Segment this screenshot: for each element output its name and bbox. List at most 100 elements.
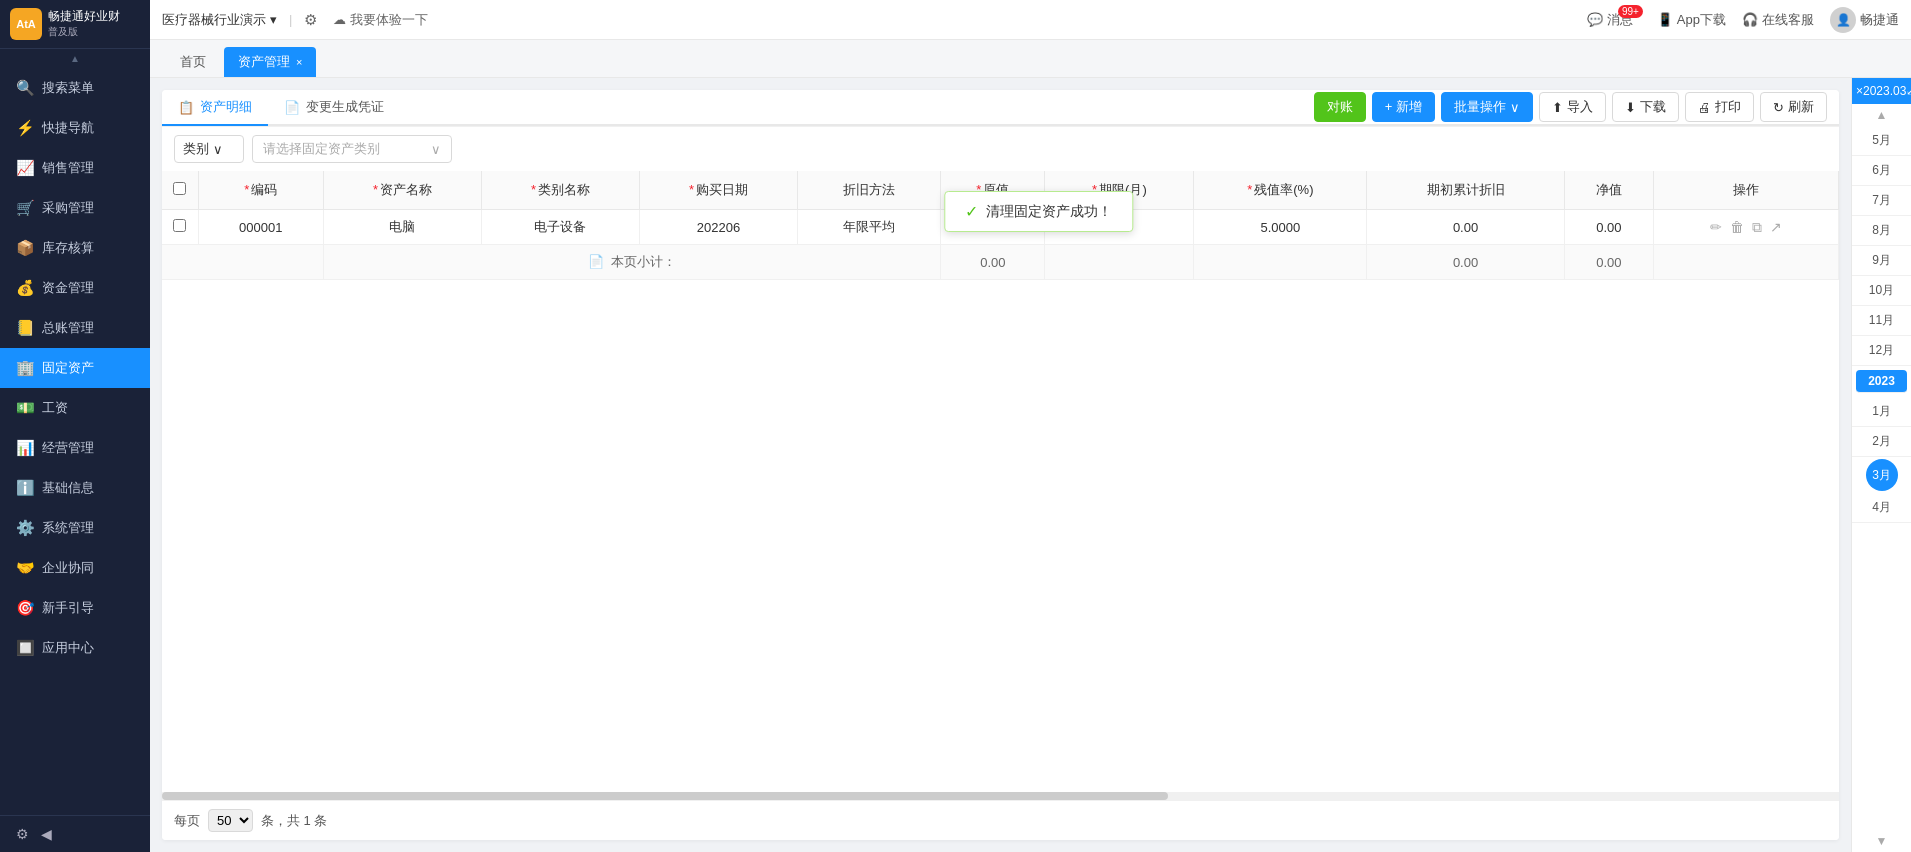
category-select[interactable]: 类别 ∨ <box>174 135 244 163</box>
row-checkbox[interactable] <box>173 219 186 232</box>
tab-asset-management[interactable]: 资产管理 × <box>224 47 316 77</box>
payroll-icon: 💵 <box>16 399 34 417</box>
company-name: 医疗器械行业演示 <box>162 11 266 29</box>
app-download-btn[interactable]: 📱 App下载 <box>1657 11 1726 29</box>
sidebar-label-operations: 经营管理 <box>42 439 94 457</box>
cell-name: 电脑 <box>323 210 481 245</box>
sidebar-label-search: 搜索菜单 <box>42 79 94 97</box>
per-page-select[interactable]: 50 <box>208 809 253 832</box>
topbar: 医疗器械行业演示 ▾ | ⚙ ☁ 我要体验一下 💬 消息 99+ 📱 App下载… <box>150 0 1911 40</box>
sidebar-item-ledger[interactable]: 📒总账管理 <box>0 308 150 348</box>
refresh-button[interactable]: ↻ 刷新 <box>1760 92 1827 122</box>
company-settings-icon[interactable]: ⚙ <box>304 11 317 29</box>
sidebar-item-inventory[interactable]: 📦库存核算 <box>0 228 150 268</box>
online-service-btn[interactable]: 🎧 在线客服 <box>1742 11 1814 29</box>
cal-month-3月[interactable]: 3月 <box>1866 459 1898 491</box>
header-checkbox-cell <box>162 171 198 210</box>
sidebar-item-purchase[interactable]: 🛒采购管理 <box>0 188 150 228</box>
tab-close-icon[interactable]: × <box>296 56 302 68</box>
cal-month-4月[interactable]: 4月 <box>1852 493 1911 523</box>
calendar-down-btn[interactable]: ▼ <box>1852 830 1911 852</box>
right-calendar-panel: × 2023.03 ⤢ ▲ 5月6月7月8月9月10月11月12月 2023 1月2… <box>1851 78 1911 852</box>
experience-btn[interactable]: ☁ 我要体验一下 <box>333 11 428 29</box>
category-input[interactable]: 请选择固定资产类别 ∨ <box>252 135 452 163</box>
sidebar-item-basic-info[interactable]: ℹ️基础信息 <box>0 468 150 508</box>
calendar-header: × 2023.03 ⤢ <box>1852 78 1911 104</box>
print-button[interactable]: 🖨 打印 <box>1685 92 1754 122</box>
sidebar-scroll-up[interactable]: ▲ <box>0 49 150 68</box>
subtotal-label: 📄 本页小计： <box>323 245 940 280</box>
reconcile-button[interactable]: 对账 <box>1314 92 1366 122</box>
cell-depreciation: 年限平均 <box>798 210 941 245</box>
import-button[interactable]: ⬆ 导入 <box>1539 92 1606 122</box>
settings-icon[interactable]: ⚙ <box>16 826 29 842</box>
sidebar-item-finance[interactable]: 💰 资金管理 <box>0 268 150 308</box>
finance-icon: 💰 <box>16 279 34 297</box>
header-depreciation: 折旧方法 <box>798 171 941 210</box>
sidebar: AtA 畅捷通好业财 普及版 ▲ 🔍搜索菜单⚡快捷导航📈销售管理🛒采购管理📦库存… <box>0 0 150 852</box>
sidebar-item-app-center[interactable]: 🔲应用中心 <box>0 628 150 668</box>
operations-icon: 📊 <box>16 439 34 457</box>
cell-code: 000001 <box>198 210 323 245</box>
success-toast: ✓ 清理固定资产成功！ <box>944 191 1133 232</box>
header-net-value: 净值 <box>1564 171 1653 210</box>
sidebar-label-payroll: 工资 <box>42 399 68 417</box>
category-input-chevron: ∨ <box>431 142 441 157</box>
sidebar-item-guide[interactable]: 🎯新手引导 <box>0 588 150 628</box>
cal-month-2月[interactable]: 2月 <box>1852 427 1911 457</box>
subtab-asset-detail[interactable]: 📋 资产明细 <box>162 90 268 126</box>
cal-month-9月[interactable]: 9月 <box>1852 246 1911 276</box>
panel-expand-icon[interactable]: ⤢ <box>1906 84 1911 98</box>
sidebar-item-quick-nav[interactable]: ⚡快捷导航 <box>0 108 150 148</box>
topbar-right: 💬 消息 99+ 📱 App下载 🎧 在线客服 👤 畅捷通 <box>1587 7 1899 33</box>
download-button[interactable]: ⬇ 下载 <box>1612 92 1679 122</box>
copy-icon[interactable]: ⧉ <box>1752 219 1762 236</box>
cal-year-label: 2023 <box>1856 370 1907 393</box>
cooperation-icon: 🤝 <box>16 559 34 577</box>
page-main: 📋 资产明细 📄 变更生成凭证 对账 + 新增 <box>150 78 1851 852</box>
header-category: *类别名称 <box>481 171 639 210</box>
delete-icon[interactable]: 🗑 <box>1730 219 1744 235</box>
cal-month-6月[interactable]: 6月 <box>1852 156 1911 186</box>
cal-month-11月[interactable]: 11月 <box>1852 306 1911 336</box>
sidebar-item-cooperation[interactable]: 🤝企业协同 <box>0 548 150 588</box>
subtotal-net: 0.00 <box>1564 245 1653 280</box>
app-center-icon: 🔲 <box>16 639 34 657</box>
scrollbar-thumb[interactable] <box>162 792 1168 800</box>
user-menu[interactable]: 👤 畅捷通 <box>1830 7 1899 33</box>
subtab-change-voucher[interactable]: 📄 变更生成凭证 <box>268 90 400 126</box>
sidebar-item-operations[interactable]: 📊 经营管理 <box>0 428 150 468</box>
sidebar-label-finance: 资金管理 <box>42 279 94 297</box>
filter-row: 类别 ∨ 请选择固定资产类别 ∨ <box>162 126 1839 171</box>
cal-month-5月[interactable]: 5月 <box>1852 126 1911 156</box>
new-button[interactable]: + 新增 <box>1372 92 1435 122</box>
collapse-icon[interactable]: ◀ <box>41 826 52 842</box>
sidebar-item-sales[interactable]: 📈销售管理 <box>0 148 150 188</box>
header-name: *资产名称 <box>323 171 481 210</box>
more-icon[interactable]: ↗ <box>1770 219 1782 235</box>
print-icon: 🖨 <box>1698 100 1711 115</box>
download-icon: 📱 <box>1657 12 1673 27</box>
cell-category: 电子设备 <box>481 210 639 245</box>
cal-month-1月[interactable]: 1月 <box>1852 397 1911 427</box>
cal-month-7月[interactable]: 7月 <box>1852 186 1911 216</box>
sidebar-item-system[interactable]: ⚙️系统管理 <box>0 508 150 548</box>
main-area: 医疗器械行业演示 ▾ | ⚙ ☁ 我要体验一下 💬 消息 99+ 📱 App下载… <box>150 0 1911 852</box>
message-btn[interactable]: 💬 消息 99+ <box>1587 11 1633 29</box>
company-selector[interactable]: 医疗器械行业演示 ▾ <box>162 11 277 29</box>
select-all-checkbox[interactable] <box>173 182 186 195</box>
sidebar-item-fixed-assets[interactable]: 🏢固定资产 <box>0 348 150 388</box>
cal-month-12月[interactable]: 12月 <box>1852 336 1911 366</box>
cal-month-8月[interactable]: 8月 <box>1852 216 1911 246</box>
tab-home[interactable]: 首页 <box>166 47 220 77</box>
header-actions: 操作 <box>1654 171 1839 210</box>
batch-ops-button[interactable]: 批量操作 ∨ <box>1441 92 1533 122</box>
cal-month-10月[interactable]: 10月 <box>1852 276 1911 306</box>
sidebar-item-search[interactable]: 🔍搜索菜单 <box>0 68 150 108</box>
message-icon: 💬 <box>1587 12 1603 27</box>
sidebar-item-payroll[interactable]: 💵 工资 <box>0 388 150 428</box>
panel-close-icon[interactable]: × <box>1856 84 1863 98</box>
edit-icon[interactable]: ✏ <box>1710 219 1722 235</box>
horizontal-scrollbar[interactable] <box>162 792 1839 800</box>
calendar-up-btn[interactable]: ▲ <box>1852 104 1911 126</box>
